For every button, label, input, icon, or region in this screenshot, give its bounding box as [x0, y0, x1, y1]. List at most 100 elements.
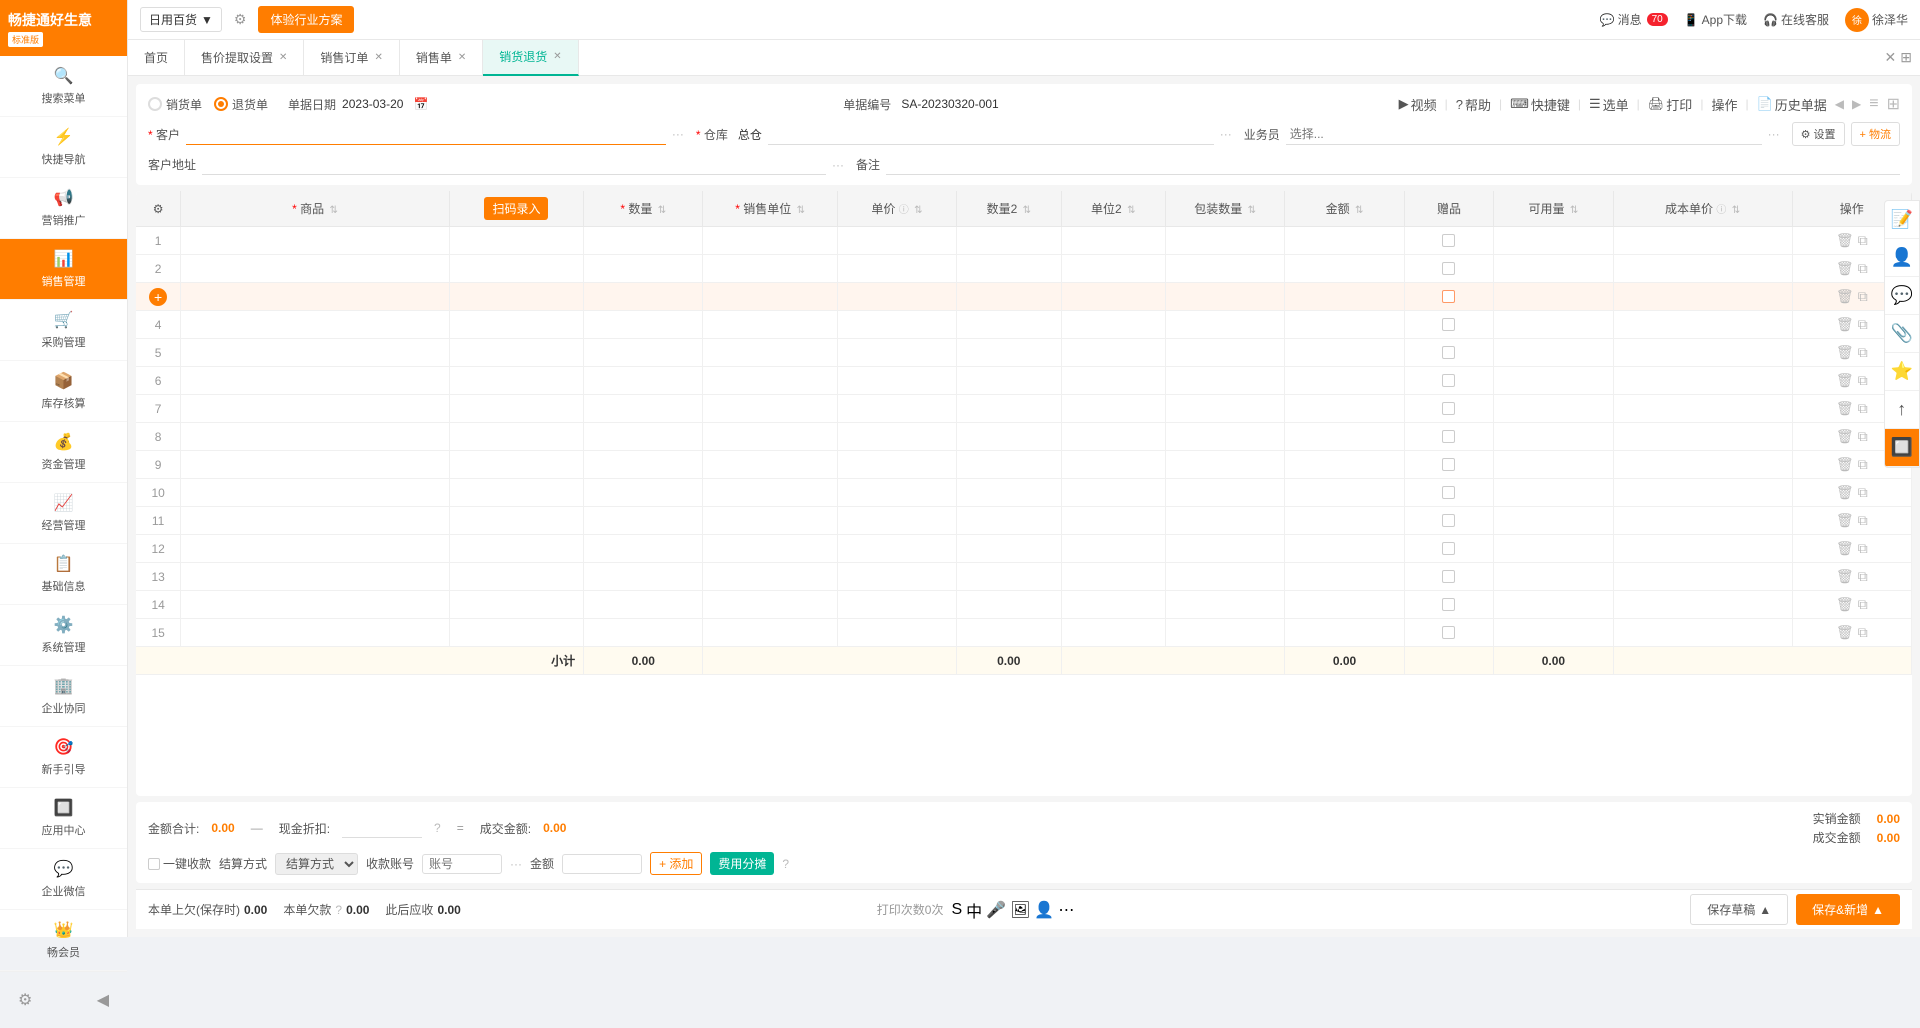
- settings-gear-icon[interactable]: ⚙: [230, 7, 251, 32]
- user-profile[interactable]: 徐 徐泽华: [1845, 8, 1908, 32]
- single-owe-icon[interactable]: ?: [335, 903, 342, 917]
- copy-icon-2[interactable]: ⧉: [1858, 260, 1868, 277]
- save-draft-button[interactable]: 保存草稿 ▲: [1690, 894, 1788, 925]
- toolbar-icon-more[interactable]: ⋯: [1058, 900, 1074, 920]
- copy-4[interactable]: ⧉: [1858, 316, 1868, 333]
- sidebar-settings-icon[interactable]: ⚙: [8, 980, 42, 1020]
- col-amount-sort[interactable]: ⇅: [1355, 205, 1363, 216]
- row-1-pack-qty[interactable]: [1165, 227, 1284, 255]
- sidebar-item-wechat[interactable]: 💬 企业微信: [0, 849, 127, 910]
- copy-15[interactable]: ⧉: [1858, 624, 1868, 641]
- form-settings-button[interactable]: ⚙ 设置: [1792, 122, 1845, 146]
- del-5[interactable]: 🗑: [1836, 344, 1854, 361]
- cost-info-icon[interactable]: ⓘ: [1716, 205, 1726, 216]
- customer-input[interactable]: [186, 124, 666, 145]
- col-unit-price-sort[interactable]: ⇅: [914, 205, 922, 216]
- tab-sales-order[interactable]: 销售订单 ✕: [304, 40, 399, 76]
- radio-return[interactable]: 退货单: [214, 96, 268, 113]
- sidebar-item-appstore[interactable]: 🔲 应用中心: [0, 788, 127, 849]
- del-15[interactable]: 🗑: [1836, 624, 1854, 641]
- row-2-pack-qty[interactable]: [1165, 255, 1284, 283]
- sidebar-item-basic[interactable]: 📋 基础信息: [0, 544, 127, 605]
- row-3-amount[interactable]: [1285, 283, 1404, 311]
- gift-cb-4[interactable]: [1442, 318, 1455, 331]
- row-3-gift[interactable]: [1404, 283, 1494, 311]
- sidebar-item-sales[interactable]: 📊 销售管理: [0, 239, 127, 300]
- col-sales-unit-sort[interactable]: ⇅: [797, 205, 805, 216]
- warehouse-input[interactable]: [768, 124, 1214, 145]
- shortcut-btn[interactable]: ⌨ 快捷键: [1510, 95, 1570, 114]
- row-2-gift[interactable]: [1404, 255, 1494, 283]
- gift-cb-14[interactable]: [1442, 598, 1455, 611]
- gift-cb-5[interactable]: [1442, 346, 1455, 359]
- salesperson-input[interactable]: [1286, 124, 1762, 145]
- gift-checkbox-3[interactable]: [1442, 290, 1455, 303]
- del-10[interactable]: 🗑: [1836, 484, 1854, 501]
- copy-7[interactable]: ⧉: [1858, 400, 1868, 417]
- copy-14[interactable]: ⧉: [1858, 596, 1868, 613]
- copy-5[interactable]: ⧉: [1858, 344, 1868, 361]
- account-input[interactable]: [422, 854, 502, 874]
- save-new-button[interactable]: 保存&新增 ▲: [1796, 894, 1900, 925]
- row-2-sales-unit[interactable]: [703, 255, 837, 283]
- gift-cb-13[interactable]: [1442, 570, 1455, 583]
- delete-icon-1[interactable]: 🗑: [1836, 232, 1854, 249]
- side-tool-active[interactable]: 🔲: [1885, 429, 1919, 467]
- app-download-button[interactable]: 📱 App下载: [1684, 11, 1747, 28]
- amount-input[interactable]: [562, 854, 642, 874]
- del-4[interactable]: 🗑: [1836, 316, 1854, 333]
- del-8[interactable]: 🗑: [1836, 428, 1854, 445]
- row-1-qty2[interactable]: [957, 227, 1061, 255]
- copy-12[interactable]: ⧉: [1858, 540, 1868, 557]
- sidebar-collapse-icon[interactable]: ◀: [87, 980, 119, 1020]
- nav-prev-icon[interactable]: ◀: [1835, 97, 1844, 111]
- fee-help-icon[interactable]: ?: [782, 857, 789, 871]
- copy-10[interactable]: ⧉: [1858, 484, 1868, 501]
- row-2-unit2[interactable]: [1061, 255, 1165, 283]
- side-tool-clip[interactable]: 📎: [1885, 315, 1919, 353]
- row-1-gift[interactable]: [1404, 227, 1494, 255]
- gift-cb-6[interactable]: [1442, 374, 1455, 387]
- col-settings[interactable]: ⚙: [136, 191, 181, 227]
- delete-icon-3[interactable]: 🗑: [1836, 288, 1854, 305]
- row-2-qty2[interactable]: [957, 255, 1061, 283]
- cash-discount-input[interactable]: [342, 819, 422, 838]
- tab-home[interactable]: 首页: [128, 40, 185, 76]
- row-2-amount[interactable]: [1285, 255, 1404, 283]
- online-service-button[interactable]: 🎧 在线客服: [1763, 11, 1829, 28]
- del-14[interactable]: 🗑: [1836, 596, 1854, 613]
- tab-sales-delivery-close[interactable]: ✕: [458, 52, 466, 63]
- toolbar-icon-mic[interactable]: 🎤: [986, 900, 1006, 920]
- gift-cb-8[interactable]: [1442, 430, 1455, 443]
- settlement-select[interactable]: 结算方式: [275, 853, 358, 875]
- sidebar-item-system[interactable]: ⚙️ 系统管理: [0, 605, 127, 666]
- row-1-unit2[interactable]: [1061, 227, 1165, 255]
- del-6[interactable]: 🗑: [1836, 372, 1854, 389]
- scan-button[interactable]: 扫码录入: [484, 197, 548, 220]
- row-1-product[interactable]: [181, 227, 450, 255]
- side-tool-chat[interactable]: 💬: [1885, 277, 1919, 315]
- side-tool-share[interactable]: ↑: [1885, 391, 1919, 429]
- copy-13[interactable]: ⧉: [1858, 568, 1868, 585]
- gift-checkbox-2[interactable]: [1442, 262, 1455, 275]
- warehouse-more-icon[interactable]: ···: [1220, 127, 1232, 141]
- del-9[interactable]: 🗑: [1836, 456, 1854, 473]
- row-2-product[interactable]: [181, 255, 450, 283]
- sidebar-item-finance[interactable]: 💰 资金管理: [0, 422, 127, 483]
- row-3-pack-qty[interactable]: [1165, 283, 1284, 311]
- copy-9[interactable]: ⧉: [1858, 456, 1868, 473]
- tab-price-setting-close[interactable]: ✕: [279, 52, 287, 63]
- sidebar-item-purchase[interactable]: 🛒 采购管理: [0, 300, 127, 361]
- calendar-icon[interactable]: 📅: [413, 97, 428, 111]
- copy-6[interactable]: ⧉: [1858, 372, 1868, 389]
- row-1-amount[interactable]: [1285, 227, 1404, 255]
- tab-maximize-icon[interactable]: ⊞: [1900, 49, 1912, 66]
- sidebar-item-marketing[interactable]: 📢 营销推广: [0, 178, 127, 239]
- draft-dropdown-icon[interactable]: ▲: [1759, 903, 1771, 917]
- col-product-sort[interactable]: ⇅: [330, 205, 338, 216]
- side-tool-note[interactable]: 📝: [1885, 201, 1919, 239]
- toolbar-icon-img[interactable]: 🖼: [1010, 900, 1030, 920]
- select-order-btn[interactable]: ☰ 选单: [1589, 95, 1629, 114]
- message-button[interactable]: 💬 消息 70: [1600, 11, 1668, 28]
- trial-button[interactable]: 体验行业方案: [258, 6, 354, 33]
